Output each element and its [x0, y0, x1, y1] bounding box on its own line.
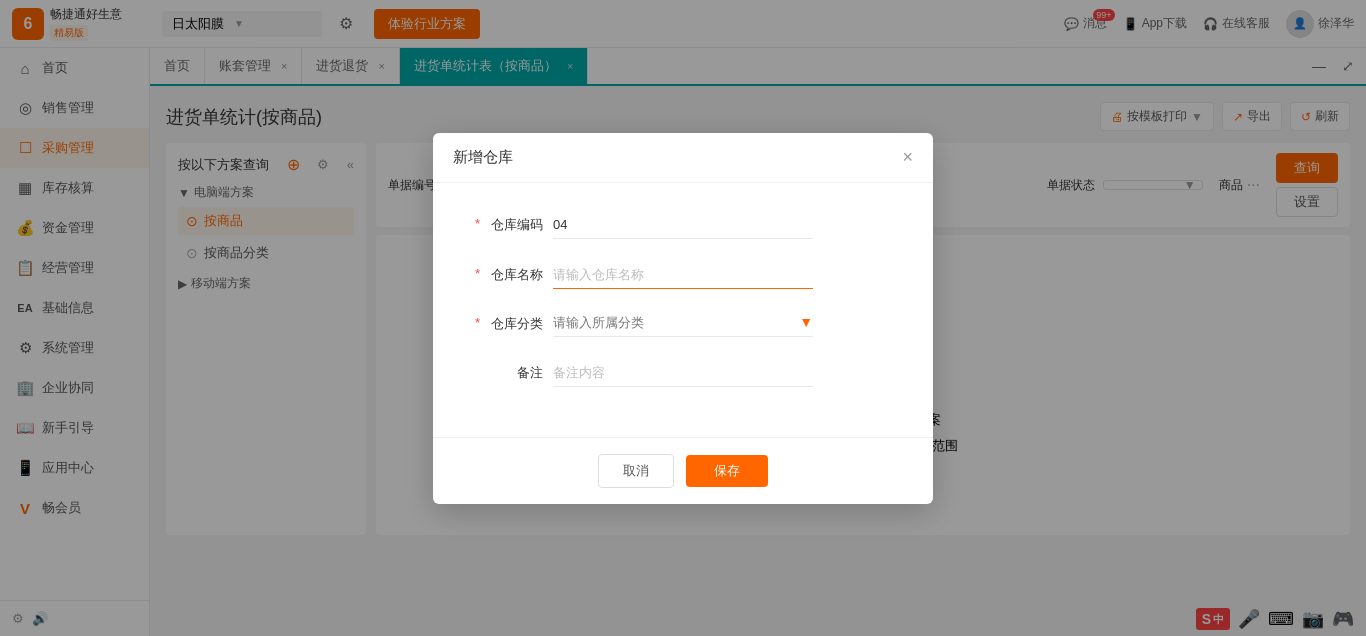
warehouse-code-label: 仓库编码 [473, 216, 553, 234]
warehouse-name-row: 仓库名称 [473, 261, 893, 289]
cancel-button[interactable]: 取消 [598, 454, 674, 488]
modal-body: 仓库编码 仓库名称 仓库分类 ▼ 备注 [433, 183, 933, 437]
warehouse-code-row: 仓库编码 [473, 211, 893, 239]
warehouse-category-row: 仓库分类 ▼ [473, 311, 893, 337]
remark-row: 备注 [473, 359, 893, 387]
modal-overlay[interactable]: 新增仓库 × 仓库编码 仓库名称 仓库分类 ▼ 备注 [0, 0, 1366, 636]
warehouse-category-select[interactable]: ▼ [553, 311, 813, 337]
modal-title: 新增仓库 [453, 148, 513, 167]
save-button[interactable]: 保存 [686, 455, 768, 487]
warehouse-name-input[interactable] [553, 261, 813, 289]
warehouse-category-label: 仓库分类 [473, 315, 553, 333]
remark-label: 备注 [473, 364, 553, 382]
modal-header: 新增仓库 × [433, 133, 933, 183]
warehouse-category-input[interactable] [553, 311, 799, 334]
modal-close-button[interactable]: × [902, 147, 913, 168]
warehouse-code-input[interactable] [553, 211, 813, 239]
category-dropdown-icon: ▼ [799, 314, 813, 330]
warehouse-name-label: 仓库名称 [473, 266, 553, 284]
remark-input[interactable] [553, 359, 813, 387]
new-warehouse-modal: 新增仓库 × 仓库编码 仓库名称 仓库分类 ▼ 备注 [433, 133, 933, 504]
modal-footer: 取消 保存 [433, 437, 933, 504]
